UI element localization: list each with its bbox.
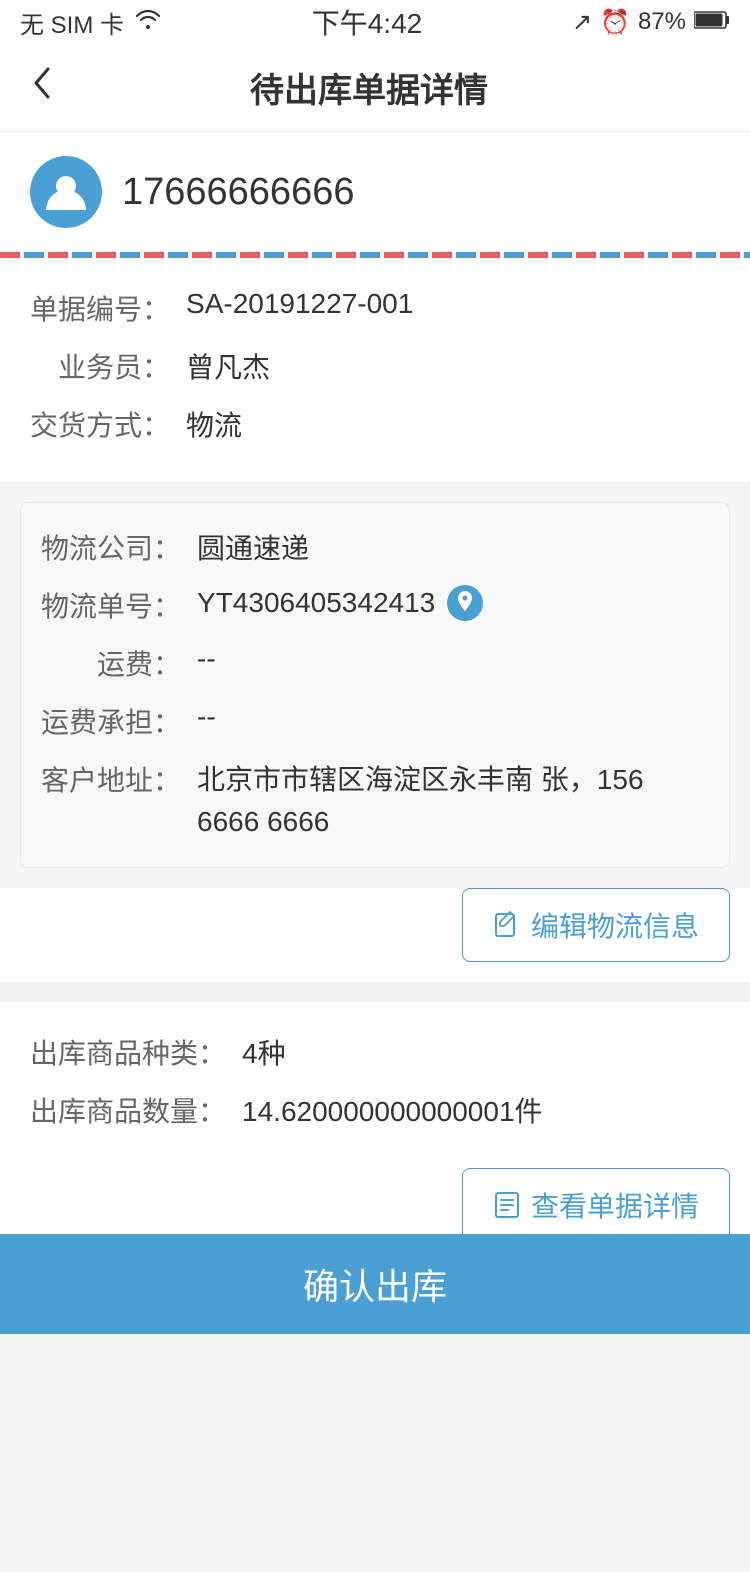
section-divider <box>0 982 750 1002</box>
customer-phone: 17666666666 <box>122 171 354 214</box>
delivery-method-value: 物流 <box>186 404 720 444</box>
track-location-button[interactable] <box>447 585 483 621</box>
carrier-text: 无 SIM 卡 <box>20 5 124 40</box>
status-left: 无 SIM 卡 <box>20 5 162 40</box>
battery-text: 87% <box>638 8 686 36</box>
freight-value: -- <box>197 643 709 675</box>
battery-icon <box>694 8 730 36</box>
goods-types-label: 出库商品种类： <box>30 1032 226 1072</box>
status-right: ↗ ⏰ 87% <box>572 8 730 37</box>
wifi-icon <box>134 8 162 36</box>
alarm-icon: ⏰ <box>600 8 630 37</box>
tracking-number-label: 物流单号： <box>41 585 181 625</box>
confirm-button-container: 确认出库 <box>0 1234 750 1334</box>
freight-bearer-value: -- <box>197 701 709 733</box>
tracking-number-value: YT4306405342413 <box>197 585 709 621</box>
freight-bearer-row: 运费承担： -- <box>41 701 709 741</box>
edit-logistics-container: 编辑物流信息 <box>0 888 750 982</box>
customer-header: 17666666666 <box>0 132 750 252</box>
goods-types-row: 出库商品种类： 4种 <box>30 1032 720 1072</box>
freight-bearer-label: 运费承担： <box>41 701 181 741</box>
view-details-label: 查看单据详情 <box>531 1185 699 1225</box>
avatar <box>30 156 102 228</box>
goods-quantity-value: 14.620000000000001件 <box>242 1090 543 1130</box>
status-bar: 无 SIM 卡 下午4:42 ↗ ⏰ 87% <box>0 0 750 44</box>
location-icon: ↗ <box>572 8 592 37</box>
freight-label: 运费： <box>41 643 181 683</box>
edit-logistics-button[interactable]: 编辑物流信息 <box>462 888 730 962</box>
goods-section: 出库商品种类： 4种 出库商品数量： 14.620000000000001件 <box>0 1002 750 1168</box>
back-button[interactable] <box>30 63 54 112</box>
logistics-card: 物流公司： 圆通速递 物流单号： YT4306405342413 运费： -- … <box>20 502 730 868</box>
sales-person-row: 业务员： 曾凡杰 <box>30 346 720 386</box>
sales-person-value: 曾凡杰 <box>186 346 720 386</box>
nav-bar: 待出库单据详情 <box>0 44 750 132</box>
goods-quantity-row: 出库商品数量： 14.620000000000001件 <box>30 1090 720 1130</box>
edit-logistics-label: 编辑物流信息 <box>531 905 699 945</box>
delivery-method-row: 交货方式： 物流 <box>30 404 720 444</box>
address-row: 客户地址： 北京市市辖区海淀区永丰南 张，156 6666 6666 <box>41 759 709 843</box>
order-info-section: 单据编号： SA-20191227-001 业务员： 曾凡杰 交货方式： 物流 <box>0 258 750 482</box>
logistics-company-label: 物流公司： <box>41 527 181 567</box>
view-details-button[interactable]: 查看单据详情 <box>462 1168 730 1242</box>
order-number-label: 单据编号： <box>30 288 170 328</box>
logistics-company-row: 物流公司： 圆通速递 <box>41 527 709 567</box>
confirm-button[interactable]: 确认出库 <box>0 1234 750 1334</box>
order-number-value: SA-20191227-001 <box>186 288 720 320</box>
address-label: 客户地址： <box>41 759 181 799</box>
page-title: 待出库单据详情 <box>74 63 664 112</box>
logistics-company-value: 圆通速递 <box>197 527 709 567</box>
tracking-number-row: 物流单号： YT4306405342413 <box>41 585 709 625</box>
freight-row: 运费： -- <box>41 643 709 683</box>
goods-quantity-label: 出库商品数量： <box>30 1090 226 1130</box>
order-number-row: 单据编号： SA-20191227-001 <box>30 288 720 328</box>
address-value: 北京市市辖区海淀区永丰南 张，156 6666 6666 <box>197 759 709 843</box>
delivery-method-label: 交货方式： <box>30 404 170 444</box>
status-time: 下午4:42 <box>312 2 423 42</box>
sales-person-label: 业务员： <box>30 346 170 386</box>
goods-types-value: 4种 <box>242 1032 286 1072</box>
